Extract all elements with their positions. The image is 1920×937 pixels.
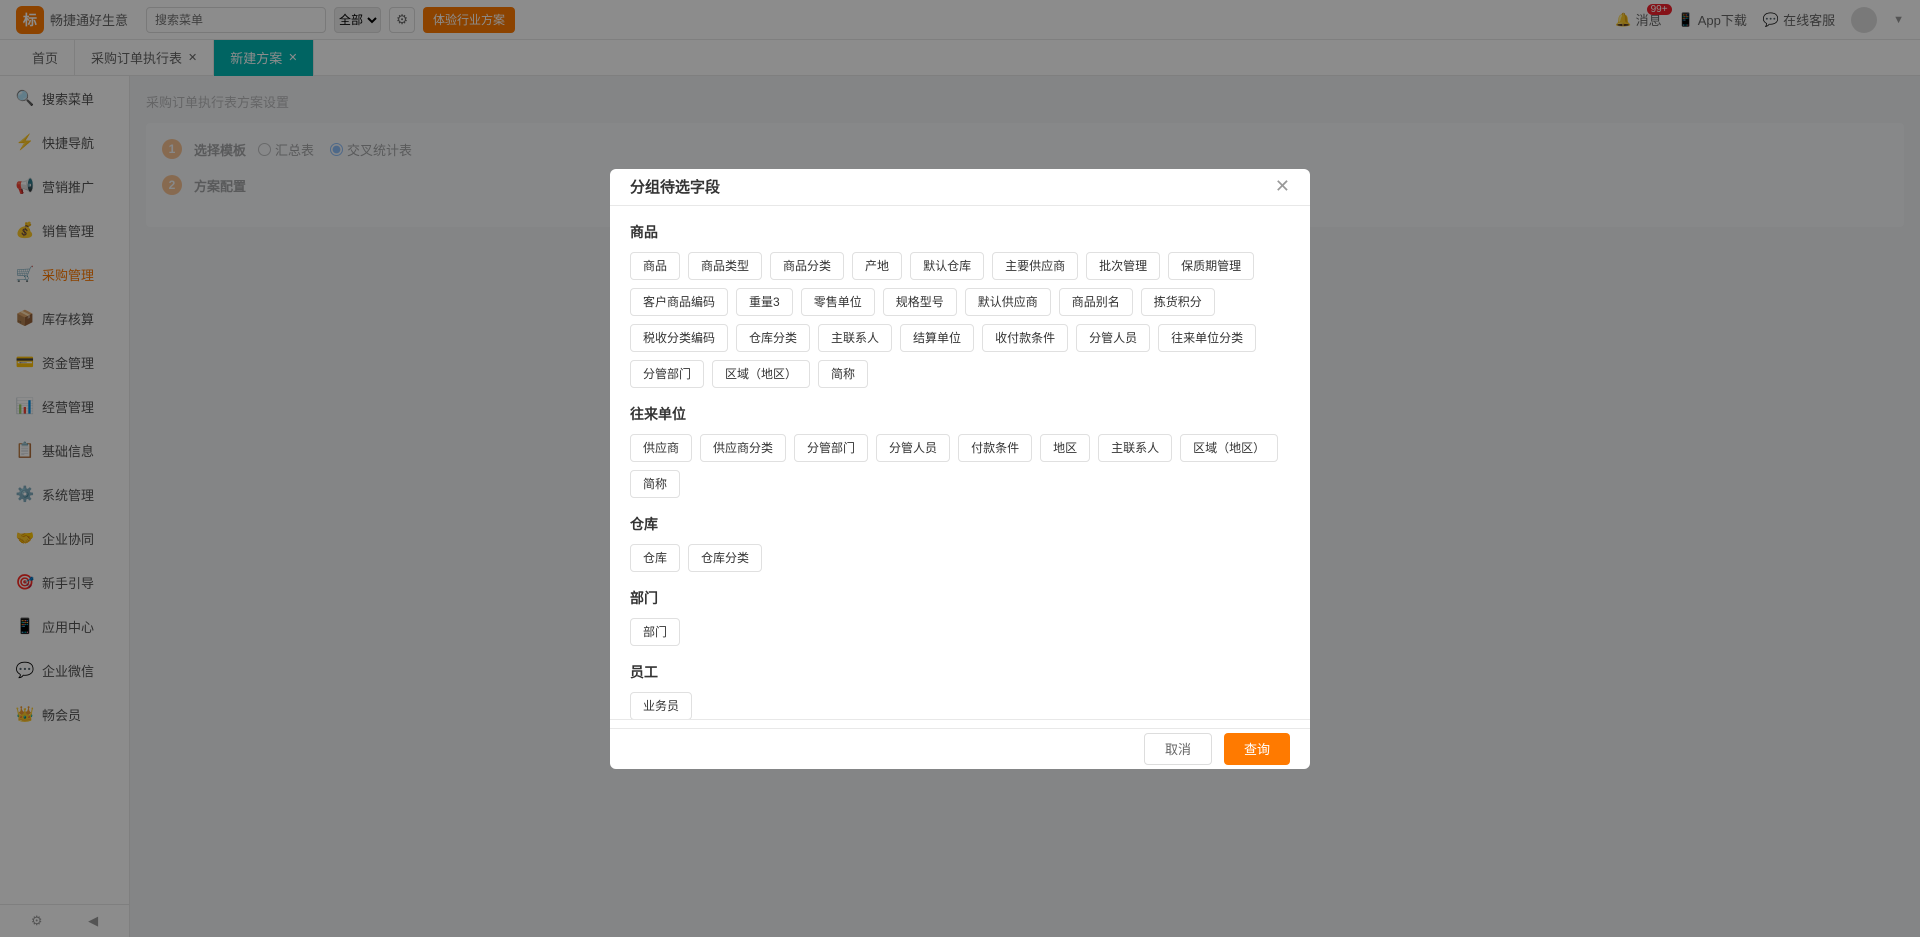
field-tag[interactable]: 商品 [630,252,680,280]
field-tag[interactable]: 供应商分类 [700,434,786,462]
field-tag[interactable]: 供应商 [630,434,692,462]
field-tag[interactable]: 收付款条件 [982,324,1068,352]
field-tag[interactable]: 主要供应商 [992,252,1078,280]
field-tag[interactable]: 商品类型 [688,252,762,280]
field-tag[interactable]: 简称 [630,470,680,498]
field-tag[interactable]: 仓库 [630,544,680,572]
field-section-department: 部门部门 [630,588,1290,646]
field-tag[interactable]: 部门 [630,618,680,646]
field-tag[interactable]: 规格型号 [883,288,957,316]
modal-confirm-button[interactable]: 查询 [1224,733,1290,765]
field-section-title-partner: 往来单位 [630,404,1290,424]
field-tag[interactable]: 产地 [852,252,902,280]
field-tag[interactable]: 简称 [818,360,868,388]
field-section-employee: 员工业务员 [630,662,1290,719]
field-tag[interactable]: 客户商品编码 [630,288,728,316]
field-tag[interactable]: 主联系人 [1098,434,1172,462]
modal-close-button[interactable]: ✕ [1275,176,1290,197]
field-tag[interactable]: 仓库分类 [688,544,762,572]
field-tag[interactable]: 商品分类 [770,252,844,280]
field-tags-employee: 业务员 [630,692,1290,719]
field-section-title-employee: 员工 [630,662,1290,682]
modal-cancel-button[interactable]: 取消 [1144,733,1212,765]
field-tag[interactable]: 批次管理 [1086,252,1160,280]
field-tag[interactable]: 分管人员 [1076,324,1150,352]
field-tags-goods: 商品商品类型商品分类产地默认仓库主要供应商批次管理保质期管理客户商品编码重量3 零… [630,252,1290,388]
field-tag[interactable]: 结算单位 [900,324,974,352]
field-section-partner: 往来单位供应商供应商分类分管部门分管人员付款条件地区主联系人区域（地区） 简称 [630,404,1290,498]
modal-header: 分组待选字段 ✕ [610,169,1310,206]
field-tag[interactable]: 分管部门 [794,434,868,462]
modal-body: 商品商品商品类型商品分类产地默认仓库主要供应商批次管理保质期管理客户商品编码重量… [610,206,1310,719]
field-tag[interactable]: 往来单位分类 [1158,324,1256,352]
field-tag[interactable]: 地区 [1040,434,1090,462]
field-tag[interactable]: 仓库分类 [736,324,810,352]
field-tag[interactable]: 业务员 [630,692,692,719]
field-tag[interactable]: 分管人员 [876,434,950,462]
field-tag[interactable]: 主联系人 [818,324,892,352]
field-tag[interactable]: 付款条件 [958,434,1032,462]
field-tag[interactable]: 商品别名 [1059,288,1133,316]
field-tags-warehouse: 仓库仓库分类 [630,544,1290,572]
field-tag[interactable]: 分管部门 [630,360,704,388]
field-tag[interactable]: 默认仓库 [910,252,984,280]
modal-footer: 取消 查询 [610,728,1310,768]
field-select-modal: 分组待选字段 ✕ 商品商品商品类型商品分类产地默认仓库主要供应商批次管理保质期管… [610,169,1310,769]
field-tag[interactable]: 税收分类编码 [630,324,728,352]
field-tag[interactable]: 零售单位 [801,288,875,316]
field-tag[interactable]: 重量3 [736,288,793,316]
field-tags-department: 部门 [630,618,1290,646]
field-section-title-department: 部门 [630,588,1290,608]
field-section-warehouse: 仓库仓库仓库分类 [630,514,1290,572]
field-tags-partner: 供应商供应商分类分管部门分管人员付款条件地区主联系人区域（地区） 简称 [630,434,1290,498]
field-tag[interactable]: 区域（地区） [1180,434,1278,462]
modal-horizontal-scroll[interactable] [610,719,1310,728]
field-tag[interactable]: 默认供应商 [965,288,1051,316]
field-section-goods: 商品商品商品类型商品分类产地默认仓库主要供应商批次管理保质期管理客户商品编码重量… [630,222,1290,388]
field-tag[interactable]: 保质期管理 [1168,252,1254,280]
field-tag[interactable]: 区域（地区） [712,360,810,388]
modal-title: 分组待选字段 [630,176,720,197]
field-section-title-goods: 商品 [630,222,1290,242]
field-tag[interactable]: 拣货积分 [1141,288,1215,316]
field-section-title-warehouse: 仓库 [630,514,1290,534]
